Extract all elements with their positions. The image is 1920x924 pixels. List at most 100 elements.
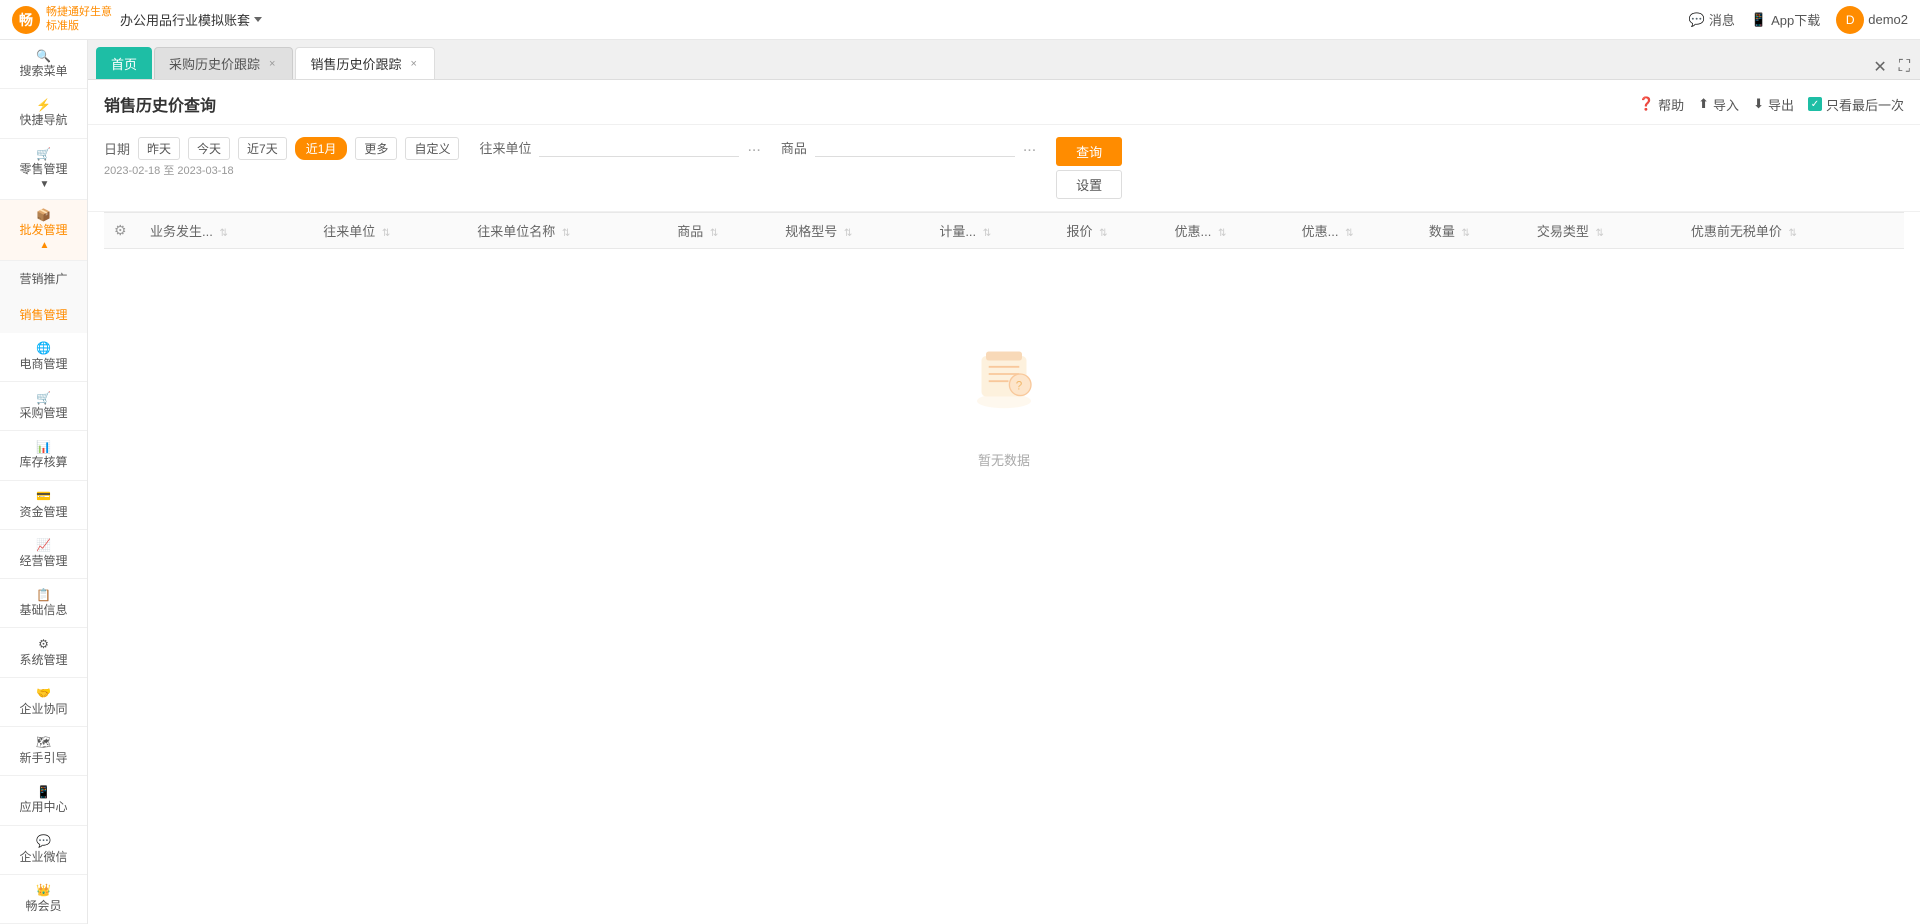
- sort-icon-discount2: ⇅: [1345, 228, 1353, 239]
- inventory-icon: 📊: [36, 440, 51, 456]
- message-icon: 💬: [1689, 12, 1705, 28]
- sidebar-item-enterprise-wechat[interactable]: 💬 企业微信: [0, 826, 87, 875]
- export-btn[interactable]: ⬇ 导出: [1753, 95, 1794, 114]
- table-col-counterpart[interactable]: 往来单位 ⇅: [313, 213, 467, 249]
- table-col-quantity[interactable]: 数量 ⇅: [1419, 213, 1527, 249]
- system-icon: ⚙: [38, 637, 49, 653]
- date-btn-today[interactable]: 今天: [188, 137, 230, 160]
- sidebar-item-retail-mgmt[interactable]: 🛒 零售管理 ▼: [0, 139, 87, 200]
- only-last-checkbox[interactable]: ✓: [1808, 97, 1822, 111]
- table-col-discount1[interactable]: 优惠... ⇅: [1165, 213, 1292, 249]
- filter-date-row: 日期 昨天 今天 近7天 近1月 更多 自定义: [104, 137, 459, 160]
- tab-home[interactable]: 首页: [96, 47, 152, 79]
- goods-dots-btn[interactable]: ...: [1023, 138, 1036, 156]
- sidebar-item-basic-info[interactable]: 📋 基础信息: [0, 579, 87, 628]
- goods-input[interactable]: [815, 137, 1015, 157]
- workspace-selector[interactable]: 办公用品行业模拟账套: [120, 10, 262, 29]
- quick-nav-icon: ⚡: [36, 98, 51, 114]
- table-col-settings: ⚙: [104, 213, 140, 249]
- tab-sales-history[interactable]: 销售历史价跟踪 ×: [295, 47, 434, 79]
- app-download-label: App下载: [1771, 10, 1820, 29]
- table-col-goods[interactable]: 商品 ⇅: [667, 213, 775, 249]
- tab-close-all-btn[interactable]: ✕: [1871, 55, 1888, 79]
- date-btn-custom[interactable]: 自定义: [405, 137, 459, 160]
- purchase-icon: 🛒: [36, 391, 51, 407]
- top-bar-left: 畅 畅捷通好生意 标准版 办公用品行业模拟账套: [12, 6, 262, 34]
- table-col-pretax-price[interactable]: 优惠前无税单价 ⇅: [1681, 213, 1904, 249]
- sidebar-item-inventory-check[interactable]: 📊 库存核算: [0, 431, 87, 480]
- chevron-up-icon: ▲: [40, 239, 50, 252]
- date-btn-more[interactable]: 更多: [355, 137, 397, 160]
- sidebar-item-business-mgmt[interactable]: 📈 经营管理: [0, 530, 87, 579]
- user-avatar: D: [1836, 6, 1864, 34]
- app-center-icon: 📱: [36, 785, 51, 801]
- column-settings-btn[interactable]: ⚙: [114, 222, 127, 238]
- sidebar-item-enterprise-collab[interactable]: 🤝 企业协同: [0, 678, 87, 727]
- only-last-checkbox-label[interactable]: ✓ 只看最后一次: [1808, 95, 1904, 114]
- query-button[interactable]: 查询: [1056, 137, 1122, 166]
- message-btn[interactable]: 💬 消息: [1689, 10, 1735, 29]
- app-download-btn[interactable]: 📱 App下载: [1751, 10, 1820, 29]
- sidebar-item-marketing[interactable]: 营销推广: [0, 261, 87, 297]
- import-btn[interactable]: ⬆ 导入: [1698, 95, 1739, 114]
- tab-purchase-history-close[interactable]: ×: [266, 57, 278, 71]
- date-range-text: 2023-02-18 至 2023-03-18: [104, 162, 459, 178]
- page-header: 销售历史价查询 ❓ 帮助 ⬆ 导入 ⬇ 导出 ✓: [88, 80, 1920, 125]
- date-btn-yesterday[interactable]: 昨天: [138, 137, 180, 160]
- counterpart-dots-btn[interactable]: ...: [747, 138, 760, 156]
- sort-icon-spec: ⇅: [844, 228, 852, 239]
- empty-icon: ?: [959, 329, 1049, 438]
- sidebar-item-new-guide[interactable]: 🗺 新手引导: [0, 727, 87, 776]
- sidebar-item-sales-mgmt[interactable]: 销售管理: [0, 297, 87, 333]
- counterpart-input[interactable]: [539, 137, 739, 157]
- counterpart-filter-group: 往来单位 ...: [479, 137, 760, 157]
- top-bar-right: 💬 消息 📱 App下载 D demo2: [1689, 6, 1908, 34]
- sidebar-item-app-center[interactable]: 📱 应用中心: [0, 776, 87, 825]
- sidebar-item-purchase-mgmt[interactable]: 🛒 采购管理: [0, 382, 87, 431]
- sort-icon-counterpart-name: ⇅: [562, 228, 570, 239]
- tab-bar: 首页 采购历史价跟踪 × 销售历史价跟踪 × ✕ ⛶: [88, 40, 1920, 80]
- table-col-counterpart-name[interactable]: 往来单位名称 ⇅: [467, 213, 667, 249]
- logo-area: 畅 畅捷通好生意 标准版: [12, 6, 112, 34]
- sidebar-item-vip-member[interactable]: 👑 畅会员: [0, 875, 87, 924]
- business-icon: 📈: [36, 538, 51, 554]
- tab-sales-history-close[interactable]: ×: [407, 57, 419, 71]
- filter-date-group: 日期 昨天 今天 近7天 近1月 更多 自定义 2023-02-18 至 202…: [104, 137, 459, 178]
- sidebar-item-system-mgmt[interactable]: ⚙ 系统管理: [0, 628, 87, 677]
- table-col-biz-date[interactable]: 业务发生... ⇅: [140, 213, 313, 249]
- tab-fullscreen-btn[interactable]: ⛶: [1897, 56, 1912, 78]
- date-btn-last7days[interactable]: 近7天: [238, 137, 287, 160]
- sidebar-item-search-menu[interactable]: 🔍 搜索菜单: [0, 40, 87, 89]
- table-container: ⚙ 业务发生... ⇅ 往来单位 ⇅ 往来单位名称: [88, 212, 1920, 249]
- main-layout: 🔍 搜索菜单 ⚡ 快捷导航 🛒 零售管理 ▼ 📦 批发管理 ▲ 营销推广 销售管…: [0, 40, 1920, 924]
- table-col-trade-type[interactable]: 交易类型 ⇅: [1527, 213, 1681, 249]
- app-download-icon: 📱: [1751, 12, 1767, 28]
- import-label: 导入: [1713, 95, 1739, 114]
- date-label: 日期: [104, 139, 130, 158]
- sidebar-item-wholesale-mgmt[interactable]: 📦 批发管理 ▲: [0, 200, 87, 261]
- search-icon: 🔍: [36, 49, 51, 65]
- table-col-quote[interactable]: 报价 ⇅: [1056, 213, 1164, 249]
- sidebar-item-ecommerce-mgmt[interactable]: 🌐 电商管理: [0, 333, 87, 382]
- date-btn-last1month[interactable]: 近1月: [295, 137, 348, 160]
- logo-icon: 畅: [12, 6, 40, 34]
- table-col-unit[interactable]: 计量... ⇅: [929, 213, 1056, 249]
- table-col-discount2[interactable]: 优惠... ⇅: [1292, 213, 1419, 249]
- user-profile[interactable]: D demo2: [1836, 6, 1908, 34]
- help-btn[interactable]: ❓ 帮助: [1638, 95, 1684, 114]
- sidebar-item-quick-nav[interactable]: ⚡ 快捷导航: [0, 89, 87, 138]
- chevron-down-icon: ▼: [40, 178, 50, 191]
- table-col-spec[interactable]: 规格型号 ⇅: [775, 213, 929, 249]
- import-icon: ⬆: [1698, 96, 1709, 112]
- sidebar-item-capital-mgmt[interactable]: 💳 资金管理: [0, 481, 87, 530]
- data-table: ⚙ 业务发生... ⇅ 往来单位 ⇅ 往来单位名称: [104, 212, 1904, 249]
- user-name: demo2: [1868, 12, 1908, 27]
- tab-purchase-history[interactable]: 采购历史价跟踪 ×: [154, 47, 293, 79]
- sort-icon-quote: ⇅: [1099, 228, 1107, 239]
- capital-icon: 💳: [36, 489, 51, 505]
- settings-button[interactable]: 设置: [1056, 170, 1122, 199]
- top-bar: 畅 畅捷通好生意 标准版 办公用品行业模拟账套 💬 消息 📱 App下载 D d…: [0, 0, 1920, 40]
- sort-icon-pretax-price: ⇅: [1789, 228, 1797, 239]
- export-icon: ⬇: [1753, 96, 1764, 112]
- empty-text: 暂无数据: [978, 450, 1030, 469]
